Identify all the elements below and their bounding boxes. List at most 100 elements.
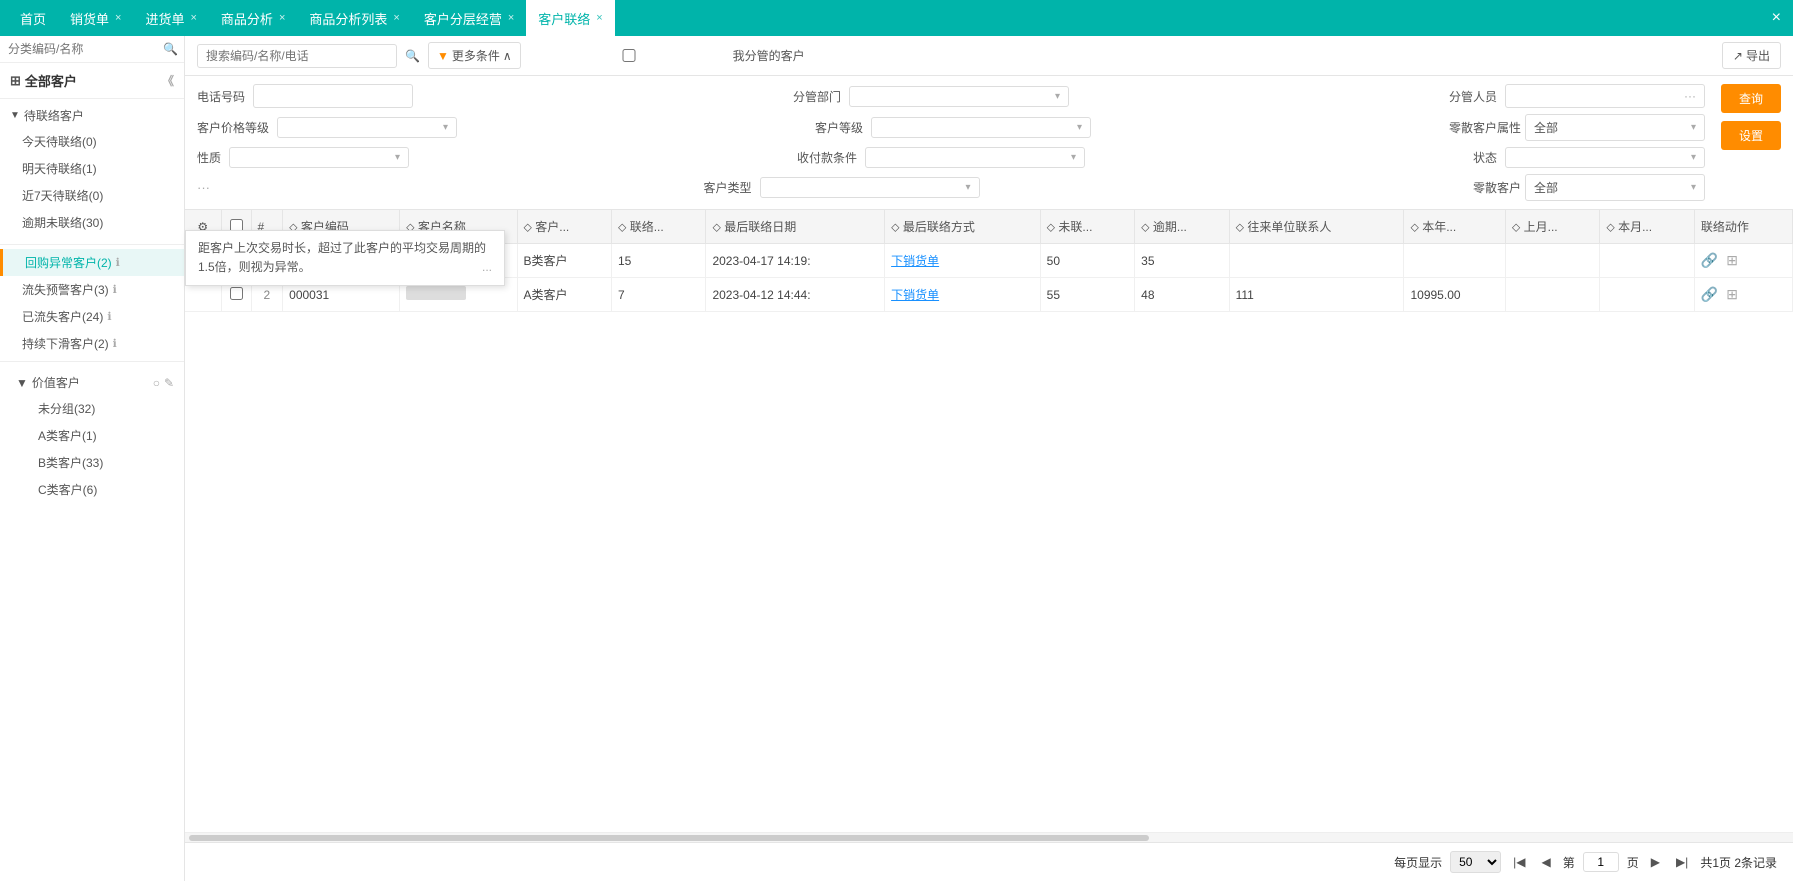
th-category[interactable]: ⬦ 客户... [517, 210, 611, 244]
more-conditions-button[interactable]: ▼ 更多条件 ∧ [428, 42, 521, 69]
nav-home[interactable]: 首页 [8, 0, 58, 36]
first-page-button[interactable]: |◀ [1509, 853, 1529, 871]
sidebar-value-header[interactable]: ▼ 价值客户 ○ ✎ [16, 370, 174, 395]
grid-action-icon-0[interactable]: ⊞ [1726, 252, 1738, 269]
th-this-month[interactable]: ⬦ 本月... [1600, 210, 1694, 244]
row-last-method-1[interactable]: 下销货单 [885, 278, 1041, 312]
sidebar-search-icon[interactable]: 🔍 [163, 42, 178, 56]
page-number-input[interactable] [1583, 852, 1619, 872]
manager-label: 分管人员 [1449, 88, 1497, 105]
th-last-month[interactable]: ⬦ 上月... [1505, 210, 1599, 244]
manager-select[interactable]: ··· [1505, 84, 1705, 108]
sidebar-item-tomorrow[interactable]: 明天待联络(1) [0, 155, 184, 182]
nav-purchase[interactable]: 进货单 × [133, 0, 208, 36]
info-icon-1[interactable]: ℹ [116, 256, 120, 269]
close-product-analysis-icon[interactable]: × [279, 12, 285, 24]
payment-select[interactable]: ▾ [865, 147, 1085, 168]
nav-product-analysis-list[interactable]: 商品分析列表 × [297, 0, 411, 36]
status-select[interactable]: ▾ [1505, 147, 1705, 168]
customer-type-select[interactable]: ▾ [760, 177, 980, 198]
manager-dots-icon: ··· [1684, 89, 1696, 103]
close-product-list-icon[interactable]: × [393, 12, 399, 24]
sidebar-item-today[interactable]: 今天待联络(0) [0, 128, 184, 155]
filter-row-4: ··· 客户类型 ▾ 零散客户 全部 ▾ [197, 174, 1705, 201]
nav-product-analysis[interactable]: 商品分析 × [209, 0, 297, 36]
search-button[interactable]: 🔍 [405, 49, 420, 63]
sidebar-group-waiting[interactable]: ▼ 待联络客户 [0, 103, 184, 128]
tooltip-close-icon[interactable]: ... [482, 258, 492, 277]
sidebar-search-input[interactable] [8, 42, 163, 56]
my-customers-checkbox-area[interactable]: 我分管的客户 [529, 47, 805, 64]
payment-label: 收付款条件 [797, 149, 857, 166]
nature-select[interactable]: ▾ [229, 147, 409, 168]
arrow-value-icon: ▼ [16, 376, 28, 390]
link-action-icon-1[interactable]: 🔗 [1701, 286, 1718, 303]
customer-grade-label: 客户等级 [815, 119, 863, 136]
row-this-month-0 [1600, 244, 1694, 278]
info-icon-3[interactable]: ℹ [107, 310, 111, 323]
next-page-button[interactable]: ▶ [1647, 853, 1664, 871]
more-dots[interactable]: ··· [197, 180, 210, 195]
sidebar-item-declining[interactable]: 持续下滑客户(2) ℹ [0, 330, 184, 357]
info-icon-2[interactable]: ℹ [113, 283, 117, 296]
circle-icon[interactable]: ○ [153, 376, 160, 390]
my-customers-checkbox[interactable] [529, 49, 729, 62]
price-grade-select[interactable]: ▾ [277, 117, 457, 138]
edit-icon[interactable]: ✎ [164, 376, 174, 390]
prev-page-button[interactable]: ◀ [1537, 853, 1554, 871]
dept-label: 分管部门 [793, 88, 841, 105]
th-last-method[interactable]: ⬦ 最后联络方式 [885, 210, 1041, 244]
close-purchase-icon[interactable]: × [190, 12, 196, 24]
th-this-year[interactable]: ⬦ 本年... [1404, 210, 1505, 244]
sidebar-item-repurchase-anomaly[interactable]: 回购异常客户(2) ℹ [0, 249, 184, 276]
retail-attr-chevron-icon: ▾ [1691, 122, 1696, 133]
sidebar-item-7days[interactable]: 近7天待联络(0) [0, 182, 184, 209]
sidebar-item-churned[interactable]: 已流失客户(24) ℹ [0, 303, 184, 330]
nav-sales[interactable]: 销货单 × [58, 0, 133, 36]
close-sales-icon[interactable]: × [115, 12, 121, 24]
scrollbar-thumb[interactable] [189, 835, 1149, 841]
th-last-date[interactable]: ⬦ 最后联络日期 [706, 210, 885, 244]
close-contact-icon[interactable]: × [596, 12, 602, 24]
link-action-icon-0[interactable]: 🔗 [1701, 252, 1718, 269]
nature-chevron-icon: ▾ [395, 152, 400, 163]
export-button[interactable]: ↗ 导出 [1722, 42, 1781, 69]
dept-select[interactable]: ▾ [849, 86, 1069, 107]
sidebar-all-customers[interactable]: ⊞ 全部客户 《 [0, 63, 184, 99]
th-contact[interactable]: ⬦ 联络... [611, 210, 705, 244]
th-unread[interactable]: ⬦ 未联... [1040, 210, 1134, 244]
close-all-tabs-button[interactable]: × [1772, 9, 1781, 27]
retail-customer-label: 零散客户 [1473, 179, 1521, 196]
th-overdue[interactable]: ⬦ 逾期... [1135, 210, 1229, 244]
customer-grade-select[interactable]: ▾ [871, 117, 1091, 138]
setting-button[interactable]: 设置 [1721, 121, 1781, 150]
per-page-select[interactable]: 50 100 200 [1450, 851, 1501, 873]
search-input[interactable] [197, 44, 397, 68]
phone-input[interactable] [253, 84, 413, 108]
retail-customer-select[interactable]: 全部 ▾ [1525, 174, 1705, 201]
sidebar-item-class-c[interactable]: C类客户(6) [16, 476, 174, 503]
row-checkbox-1[interactable] [230, 287, 243, 300]
th-contact-person[interactable]: ⬦ 往来单位联系人 [1229, 210, 1404, 244]
page-label: 第 [1563, 854, 1575, 871]
sidebar-item-class-b[interactable]: B类客户(33) [16, 449, 174, 476]
sidebar-item-ungrouped[interactable]: 未分组(32) [16, 395, 174, 422]
row-last-method-0[interactable]: 下销货单 [885, 244, 1041, 278]
nav-customer-contact[interactable]: 客户联络 × [526, 0, 614, 36]
nav-customer-segment[interactable]: 客户分层经营 × [412, 0, 526, 36]
row-this-month-1 [1600, 278, 1694, 312]
info-icon-4[interactable]: ℹ [113, 337, 117, 350]
last-page-button[interactable]: ▶| [1672, 853, 1692, 871]
sidebar-item-class-a[interactable]: A类客户(1) [16, 422, 174, 449]
retail-attr-select[interactable]: 全部 ▾ [1525, 114, 1705, 141]
close-segment-icon[interactable]: × [508, 12, 514, 24]
sidebar-item-churn-warning[interactable]: 流失预警客户(3) ℹ [0, 276, 184, 303]
row-actions-1: 🔗 ⊞ [1694, 278, 1792, 312]
pagination-bar: 每页显示 50 100 200 |◀ ◀ 第 页 ▶ ▶| 共1页 2条记录 [185, 842, 1793, 881]
grid-action-icon-1[interactable]: ⊞ [1726, 286, 1738, 303]
horizontal-scrollbar[interactable] [185, 832, 1793, 842]
filter-row-1: 电话号码 分管部门 ▾ 分管人员 ··· [197, 84, 1705, 108]
query-button[interactable]: 查询 [1721, 84, 1781, 113]
sidebar-item-overdue[interactable]: 逾期未联络(30) [0, 209, 184, 236]
sidebar-collapse-button[interactable]: 《 [162, 72, 174, 89]
